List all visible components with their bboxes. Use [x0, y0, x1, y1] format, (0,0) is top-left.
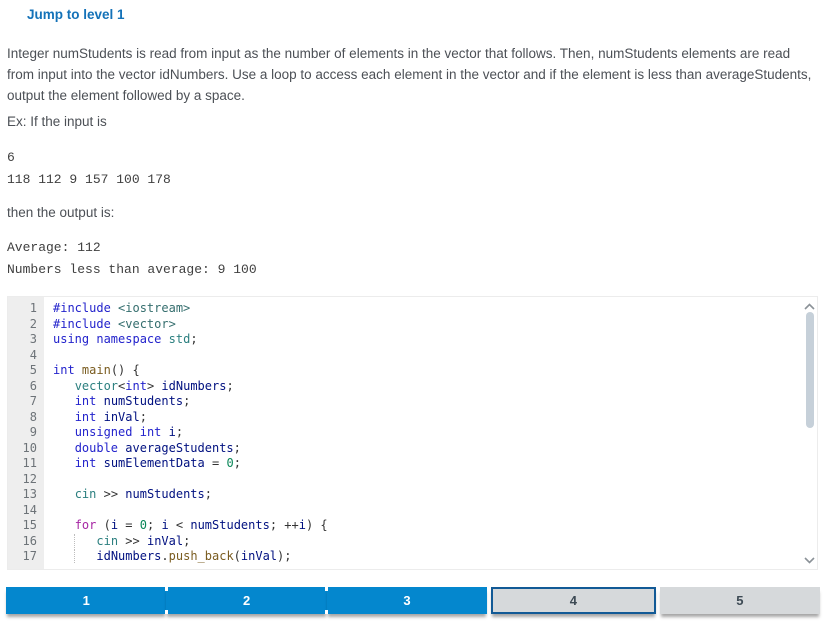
code-line: 15 for (i = 0; i < numStudents; ++i) { [8, 518, 803, 534]
code-line: 17 idNumbers.push_back(inVal); [8, 549, 803, 565]
line-number: 4 [8, 348, 44, 364]
code-line: 4 [8, 348, 803, 364]
code-line: 6 vector<int> idNumbers; [8, 379, 803, 395]
line-number: 5 [8, 363, 44, 379]
progress-segment-3: 3 [327, 587, 487, 614]
line-number: 11 [8, 456, 44, 472]
chevron-up-icon[interactable] [803, 300, 816, 312]
example-input: 6 118 112 9 157 100 178 [7, 147, 171, 190]
line-number: 6 [8, 379, 44, 395]
code-line: 8 int inVal; [8, 410, 803, 426]
line-number: 14 [8, 503, 44, 519]
problem-description: Integer numStudents is read from input a… [7, 43, 819, 106]
code-line: 14 [8, 503, 803, 519]
example-output: Average: 112 Numbers less than average: … [7, 237, 257, 280]
progress-segment-5: 5 [660, 587, 820, 614]
code-line: 7 int numStudents; [8, 394, 803, 410]
progress-segment-4: 4 [491, 587, 655, 614]
code-line: 13 cin >> numStudents; [8, 487, 803, 503]
code-line: 1#include <iostream> [8, 301, 803, 317]
code-line: 5int main() { [8, 363, 803, 379]
progress-segment-1: 1 [6, 587, 166, 614]
line-number: 12 [8, 472, 44, 488]
example-output-intro: then the output is: [7, 202, 114, 223]
line-number: 13 [8, 487, 44, 503]
line-number: 15 [8, 518, 44, 534]
progress-segment-2: 2 [166, 587, 326, 614]
code-line: 2#include <vector> [8, 317, 803, 333]
scrollbar-thumb[interactable] [806, 312, 814, 428]
line-number: 16 [8, 534, 44, 550]
code-line: 3using namespace std; [8, 332, 803, 348]
code-line: 10 double averageStudents; [8, 441, 803, 457]
code-line: 12 [8, 472, 803, 488]
line-number: 1 [8, 301, 44, 317]
code-lines: 1#include <iostream>2#include <vector>3u… [8, 301, 803, 565]
code-line: 16 cin >> inVal; [8, 534, 803, 550]
line-number: 10 [8, 441, 44, 457]
chevron-down-icon[interactable] [803, 554, 816, 566]
example-intro: Ex: If the input is [7, 111, 107, 132]
line-number: 3 [8, 332, 44, 348]
jump-to-level-link[interactable]: Jump to level 1 [27, 7, 125, 22]
code-line: 9 unsigned int i; [8, 425, 803, 441]
line-number: 7 [8, 394, 44, 410]
line-number: 2 [8, 317, 44, 333]
line-number: 8 [8, 410, 44, 426]
line-number: 17 [8, 549, 44, 565]
code-editor[interactable]: 1#include <iostream>2#include <vector>3u… [7, 296, 818, 570]
level-progress-bar: 12345 [6, 587, 820, 614]
line-number: 9 [8, 425, 44, 441]
code-line: 11 int sumElementData = 0; [8, 456, 803, 472]
